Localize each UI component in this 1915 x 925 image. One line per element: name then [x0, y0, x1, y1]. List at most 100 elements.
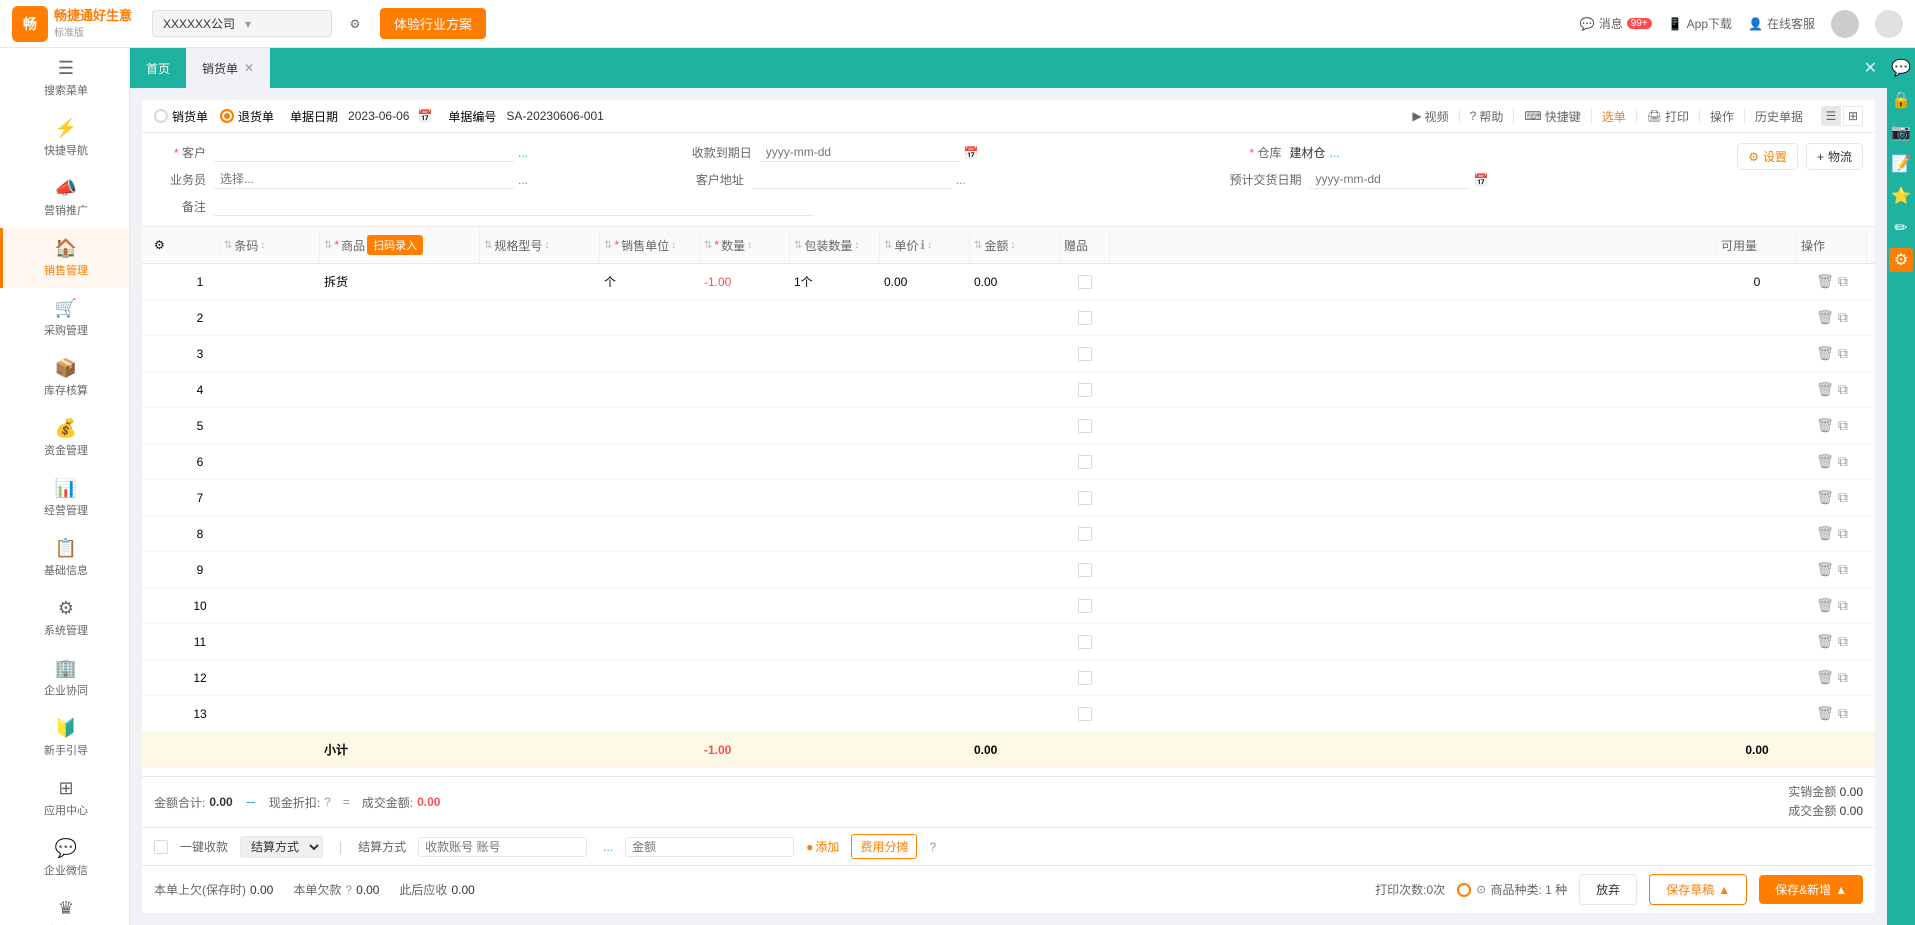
right-panel-camera-icon[interactable]: 📷 [1889, 120, 1913, 144]
row-amount[interactable] [970, 458, 1060, 466]
print-button[interactable]: 🖨 打印 [1647, 108, 1689, 125]
sort-icon[interactable]: ↕ [854, 240, 859, 251]
row-amount[interactable] [970, 602, 1060, 610]
row-product[interactable] [320, 386, 480, 394]
row-product[interactable] [320, 494, 480, 502]
row-product[interactable] [320, 314, 480, 322]
row-remark[interactable] [1110, 530, 1717, 538]
copy-row-icon[interactable]: ⧉ [1838, 489, 1848, 506]
delete-row-icon[interactable]: 🗑 [1816, 381, 1834, 398]
sort-icon[interactable]: ↕ [260, 240, 265, 251]
row-barcode[interactable] [220, 386, 320, 394]
tab-sales-order[interactable]: 销货单 ✕ [186, 48, 270, 88]
sidebar-item-enterprise[interactable]: 🏢 企业协同 [0, 648, 129, 708]
row-remark[interactable] [1110, 638, 1717, 646]
row-amount[interactable] [970, 494, 1060, 502]
col-settings-header[interactable]: ⚙ [150, 234, 180, 256]
row-remark[interactable] [1110, 386, 1717, 394]
gift-checkbox[interactable] [1078, 563, 1092, 577]
row-product[interactable] [320, 458, 480, 466]
history-button[interactable]: 历史单据 [1755, 108, 1803, 125]
right-panel-orange-icon[interactable]: ⚙ [1889, 248, 1913, 272]
row-unit[interactable] [600, 710, 700, 718]
row-pack[interactable] [790, 386, 880, 394]
row-price[interactable] [880, 602, 970, 610]
sort-icon[interactable]: ⇅ [324, 240, 332, 251]
row-barcode[interactable] [220, 566, 320, 574]
avatar[interactable] [1831, 10, 1859, 38]
row-price[interactable] [880, 386, 970, 394]
sidebar-item-quicknav[interactable]: ⚡ 快捷导航 [0, 108, 129, 168]
row-spec[interactable] [480, 314, 600, 322]
company-selector[interactable]: XXXXXX公司 ▾ [152, 10, 332, 37]
row-qty[interactable] [700, 638, 790, 646]
sort-icon[interactable]: ⇅ [604, 240, 612, 251]
row-pack[interactable] [790, 314, 880, 322]
row-pack[interactable] [790, 674, 880, 682]
row-remark[interactable] [1110, 458, 1717, 466]
row-barcode[interactable] [220, 458, 320, 466]
sidebar-item-operations[interactable]: 📊 经营管理 [0, 468, 129, 528]
close-all-tabs-icon[interactable]: ✕ [1864, 58, 1877, 78]
row-spec[interactable] [480, 458, 600, 466]
row-product[interactable] [320, 350, 480, 358]
scan-button[interactable]: 扫码录入 [367, 235, 423, 255]
row-barcode[interactable] [220, 530, 320, 538]
row-unit[interactable] [600, 350, 700, 358]
row-amount[interactable] [970, 710, 1060, 718]
row-pack[interactable]: 1个 [790, 269, 880, 294]
delete-row-icon[interactable]: 🗑 [1816, 489, 1834, 506]
gift-checkbox[interactable] [1078, 383, 1092, 397]
row-pack[interactable] [790, 494, 880, 502]
view-grid-button[interactable]: ⊞ [1843, 106, 1863, 126]
row-qty[interactable] [700, 530, 790, 538]
row-amount[interactable]: 0.00 [970, 271, 1060, 293]
minus-icon[interactable]: － [245, 794, 257, 811]
row-product[interactable] [320, 566, 480, 574]
row-remark[interactable] [1110, 674, 1717, 682]
right-panel-note-icon[interactable]: 📝 [1889, 152, 1913, 176]
sidebar-item-sales[interactable]: 🏠 销售管理 [0, 228, 129, 288]
row-price[interactable] [880, 638, 970, 646]
avatar-extra[interactable] [1875, 10, 1903, 38]
delete-row-icon[interactable]: 🗑 [1816, 525, 1834, 542]
sort-icon[interactable]: ⇅ [884, 240, 892, 251]
row-remark[interactable] [1110, 314, 1717, 322]
sort-icon[interactable]: ↕ [544, 240, 549, 251]
row-unit[interactable] [600, 566, 700, 574]
row-remark[interactable] [1110, 566, 1717, 574]
row-remark[interactable] [1110, 710, 1717, 718]
row-spec[interactable] [480, 638, 600, 646]
expected-date-input[interactable] [1309, 170, 1469, 189]
one-click-checkbox[interactable] [154, 840, 168, 854]
sort-icon[interactable]: ⇅ [224, 240, 232, 251]
copy-row-icon[interactable]: ⧉ [1838, 309, 1848, 326]
row-qty[interactable] [700, 350, 790, 358]
sort-icon[interactable]: ⇅ [794, 240, 802, 251]
row-barcode[interactable] [220, 674, 320, 682]
copy-row-icon[interactable]: ⧉ [1838, 561, 1848, 578]
row-amount[interactable] [970, 674, 1060, 682]
copy-row-icon[interactable]: ⧉ [1838, 381, 1848, 398]
row-unit[interactable] [600, 494, 700, 502]
discount-help-icon[interactable]: ? [324, 795, 331, 809]
row-remark[interactable] [1110, 494, 1717, 502]
sort-icon[interactable]: ↕ [927, 240, 932, 251]
row-price[interactable] [880, 530, 970, 538]
row-unit[interactable] [600, 530, 700, 538]
radio-return[interactable]: 退货单 [220, 108, 274, 125]
video-button[interactable]: ▶ 视频 [1412, 108, 1448, 125]
right-panel-star-icon[interactable]: ⭐ [1889, 184, 1913, 208]
try-industry-button[interactable]: 体验行业方案 [380, 8, 486, 39]
row-amount[interactable] [970, 566, 1060, 574]
row-amount[interactable] [970, 422, 1060, 430]
row-price[interactable]: 0.00 [880, 271, 970, 293]
row-unit[interactable] [600, 602, 700, 610]
online-support-button[interactable]: 👤 在线客服 [1748, 15, 1815, 32]
row-pack[interactable] [790, 566, 880, 574]
row-pack[interactable] [790, 638, 880, 646]
delete-row-icon[interactable]: 🗑 [1816, 453, 1834, 470]
row-remark[interactable] [1110, 602, 1717, 610]
right-panel-edit-icon[interactable]: ✏ [1889, 216, 1913, 240]
row-barcode[interactable] [220, 314, 320, 322]
